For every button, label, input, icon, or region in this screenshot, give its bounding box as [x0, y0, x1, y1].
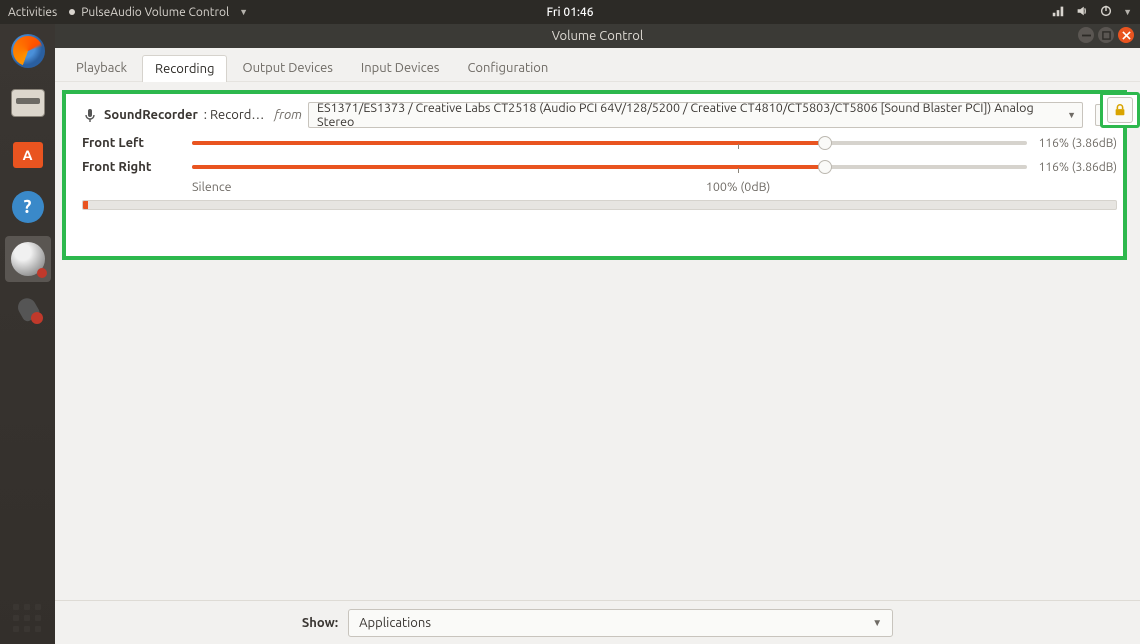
launcher-files[interactable]	[5, 80, 51, 126]
tab-input-devices[interactable]: Input Devices	[348, 54, 453, 81]
gnome-topbar: Activities PulseAudio Volume Control ▼ F…	[0, 0, 1140, 24]
tab-playback[interactable]: Playback	[63, 54, 140, 81]
annotation-lock-highlight	[1100, 92, 1140, 128]
tab-bar: Playback Recording Output Devices Input …	[55, 48, 1140, 82]
chevron-down-icon: ▼	[1123, 7, 1132, 17]
topbar-app-menu[interactable]: PulseAudio Volume Control ▼	[69, 6, 248, 19]
channel-row-front-left: Front Left 116% (3.86dB)	[82, 132, 1117, 154]
help-icon: ?	[12, 191, 44, 223]
channel-label: Front Right	[82, 160, 192, 174]
show-filter-value: Applications	[359, 616, 431, 630]
stream-app-name: SoundRecorder	[104, 108, 198, 122]
channel-value: 116% (3.86dB)	[1027, 161, 1117, 174]
window-minimize-button[interactable]	[1078, 27, 1094, 43]
vu-meter	[82, 200, 1117, 210]
firefox-icon	[11, 34, 45, 68]
topbar-clock[interactable]: Fri 01:46	[547, 6, 594, 19]
launcher-pavucontrol[interactable]	[5, 236, 51, 282]
chevron-down-icon: ▼	[1067, 110, 1076, 120]
tab-configuration[interactable]: Configuration	[454, 54, 561, 81]
recording-stream-row: SoundRecorder : Record… from ES1371/ES13…	[82, 102, 1117, 128]
ubuntu-launcher: A ?	[0, 24, 55, 644]
pavucontrol-window: Volume Control Playback Recording Output…	[55, 24, 1140, 644]
chevron-down-icon: ▼	[872, 617, 882, 629]
window-maximize-button[interactable]	[1098, 27, 1114, 43]
lock-channels-button[interactable]	[1107, 97, 1133, 123]
device-select-value: ES1371/ES1373 / Creative Labs CT2518 (Au…	[317, 101, 1062, 129]
volume-slider-front-left[interactable]	[192, 135, 1027, 151]
footer-bar: Show: Applications ▼	[55, 600, 1140, 644]
network-icon[interactable]	[1051, 4, 1065, 21]
volume-icon[interactable]	[1075, 4, 1089, 21]
source-device-select[interactable]: ES1371/ES1373 / Creative Labs CT2518 (Au…	[308, 102, 1083, 128]
microphone-icon	[11, 294, 45, 328]
app-indicator-dot	[69, 9, 75, 15]
volume-slider-front-right[interactable]	[192, 159, 1027, 175]
show-label: Show:	[302, 616, 338, 630]
chevron-down-icon: ▼	[239, 7, 248, 17]
window-titlebar[interactable]: Volume Control	[55, 24, 1140, 48]
channel-sliders: Front Left 116% (3.86dB) Front Right 1	[82, 132, 1117, 196]
tab-recording[interactable]: Recording	[142, 55, 227, 82]
launcher-help[interactable]: ?	[5, 184, 51, 230]
channel-label: Front Left	[82, 136, 192, 150]
tab-output-devices[interactable]: Output Devices	[229, 54, 345, 81]
show-filter-select[interactable]: Applications ▼	[348, 609, 893, 637]
scale-full-label: 100% (0dB)	[706, 180, 771, 194]
launcher-firefox[interactable]	[5, 28, 51, 74]
launcher-software[interactable]: A	[5, 132, 51, 178]
files-icon	[11, 89, 45, 117]
topbar-tray[interactable]: ▼	[1051, 4, 1132, 21]
launcher-sound-recorder[interactable]	[5, 288, 51, 334]
topbar-app-name: PulseAudio Volume Control	[81, 6, 229, 19]
stream-action: : Record…	[204, 108, 265, 122]
channel-value: 116% (3.86dB)	[1027, 137, 1117, 150]
power-icon[interactable]	[1099, 4, 1113, 21]
window-title: Volume Control	[552, 29, 644, 43]
activities-button[interactable]: Activities	[8, 6, 57, 19]
stream-from-label: from	[274, 108, 302, 122]
pavucontrol-icon	[11, 242, 45, 276]
lock-icon	[1113, 103, 1127, 117]
show-applications-button[interactable]	[13, 604, 43, 634]
software-store-icon: A	[13, 142, 43, 168]
channel-row-front-right: Front Right 116% (3.86dB)	[82, 156, 1117, 178]
scale-silence-label: Silence	[192, 180, 232, 194]
slider-scale-labels: Silence 100% (0dB)	[192, 180, 1027, 196]
window-close-button[interactable]	[1118, 27, 1134, 43]
tab-content: SoundRecorder : Record… from ES1371/ES13…	[55, 82, 1140, 644]
microphone-icon	[82, 107, 98, 123]
